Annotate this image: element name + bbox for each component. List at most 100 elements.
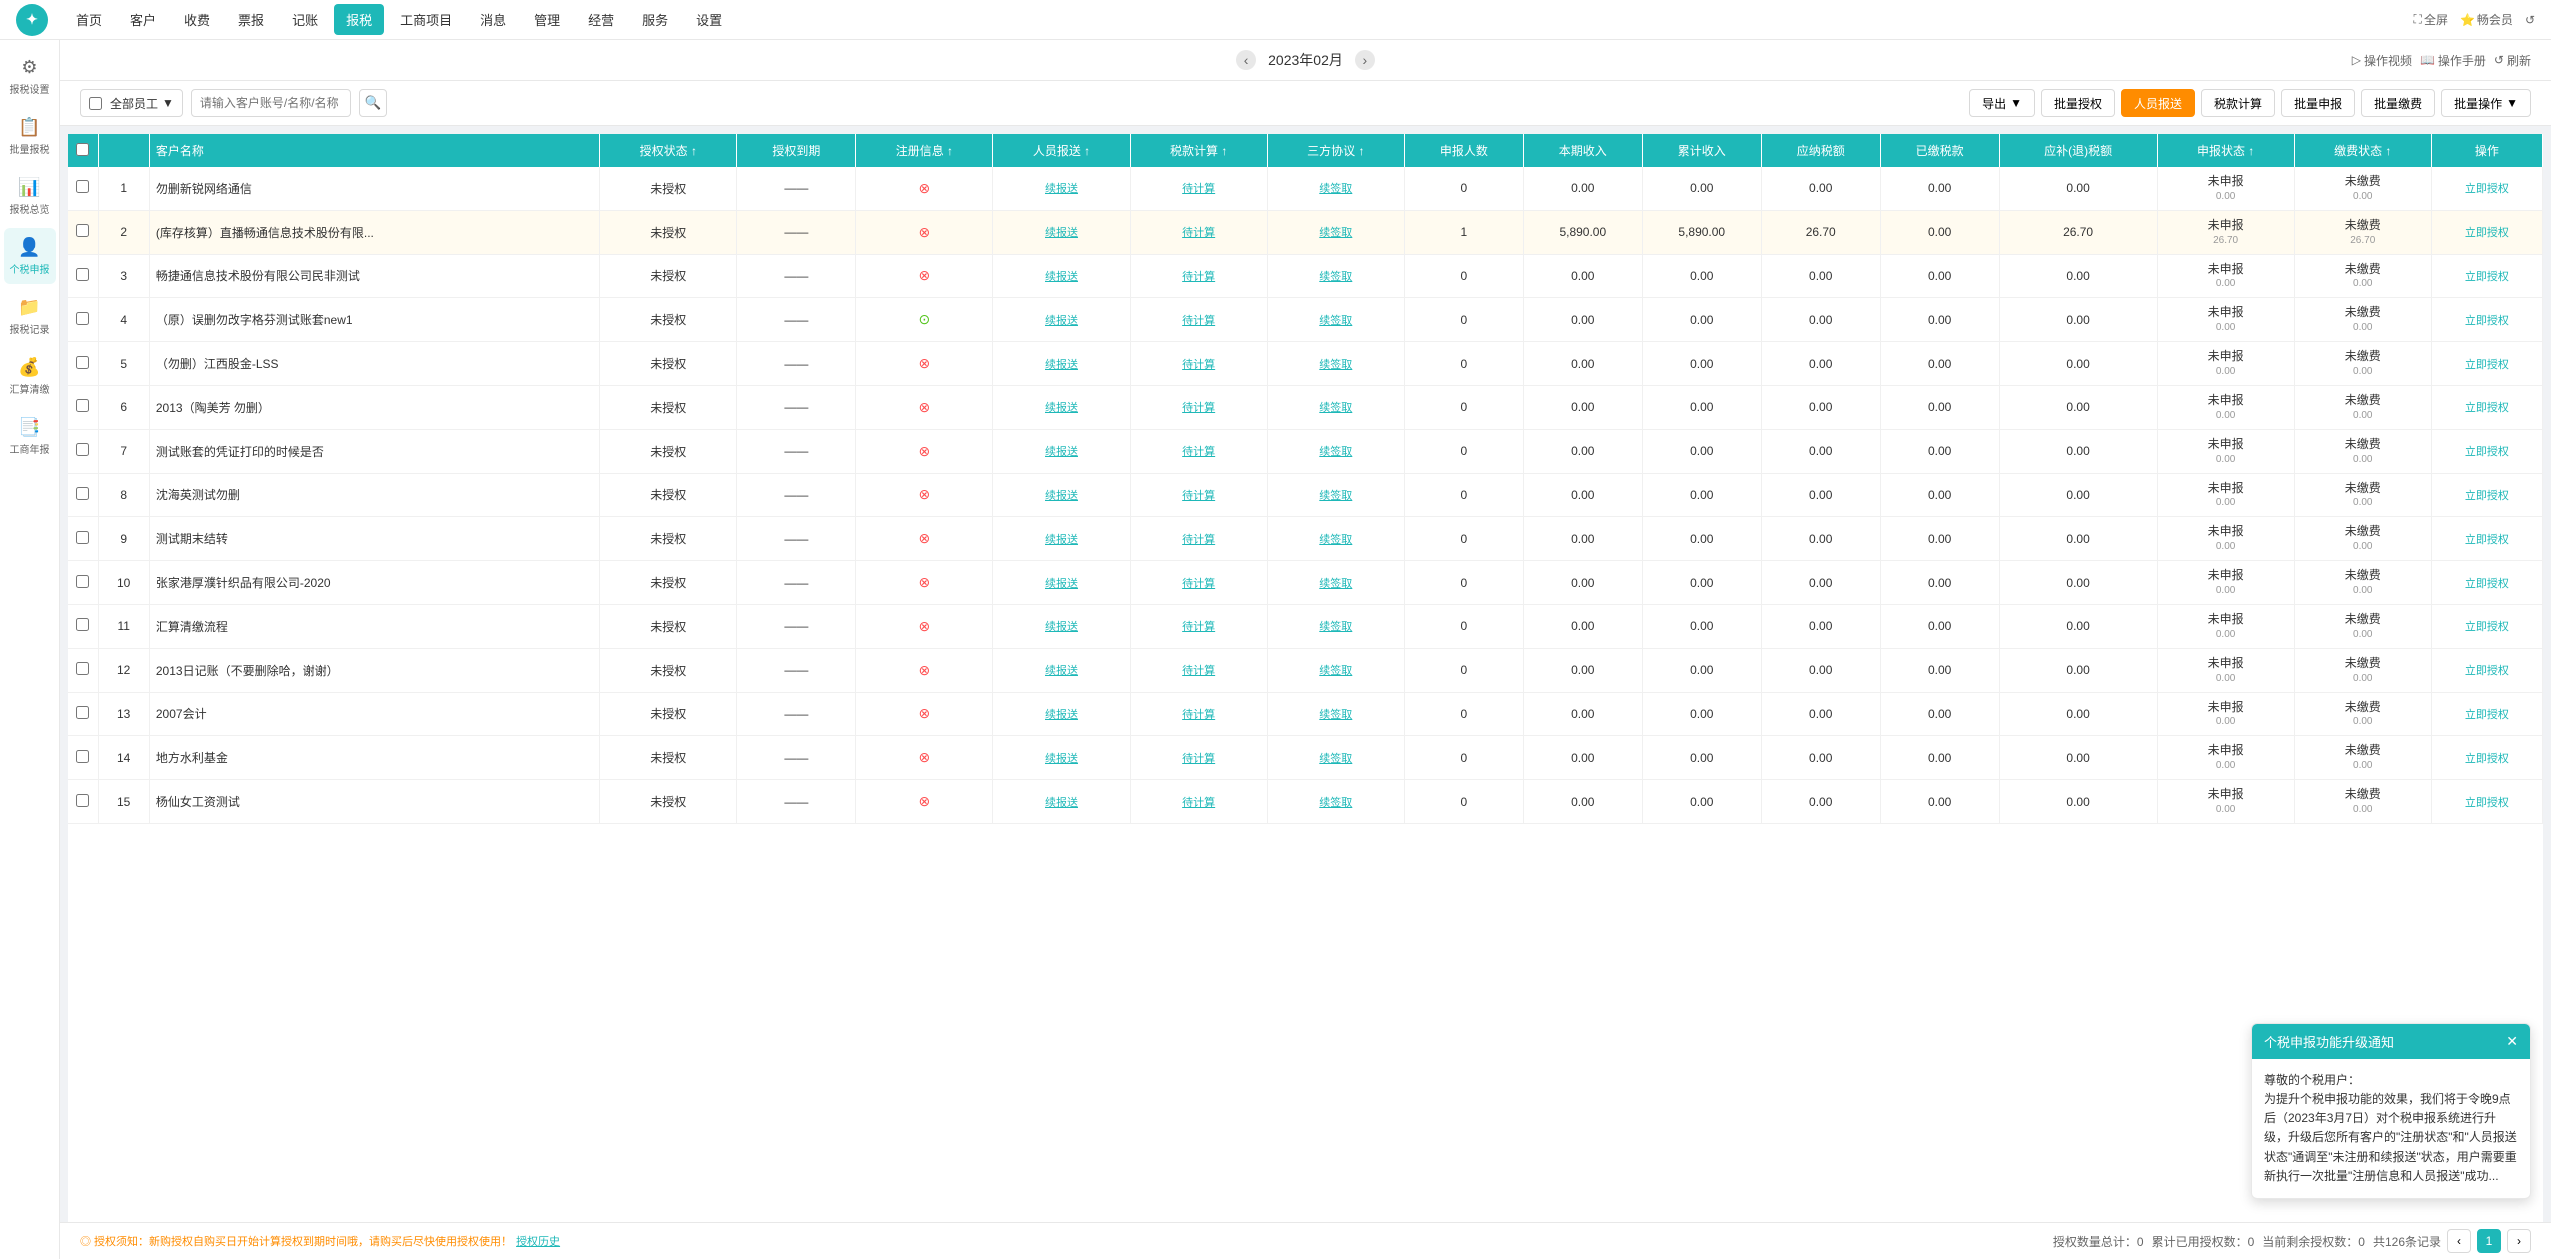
nav-tax[interactable]: 报税: [334, 4, 384, 35]
video-btn[interactable]: ▷ 操作视频: [2352, 52, 2412, 69]
personal-report-link[interactable]: 续报送: [1045, 359, 1078, 371]
action-btn[interactable]: 立即授权: [2465, 618, 2509, 634]
third-party-link[interactable]: 续签取: [1319, 315, 1352, 327]
tax-calc-link[interactable]: 待计算: [1182, 315, 1215, 327]
sidebar-item-tax-settings[interactable]: ⚙ 报税设置: [4, 48, 56, 104]
row-checkbox[interactable]: [76, 531, 89, 544]
nav-economy[interactable]: 经营: [576, 4, 626, 35]
action-btn[interactable]: 立即授权: [2465, 531, 2509, 547]
third-party-link[interactable]: 续签取: [1319, 183, 1352, 195]
tax-calc-link[interactable]: 待计算: [1182, 621, 1215, 633]
tax-calc-link[interactable]: 待计算: [1182, 446, 1215, 458]
third-party-link[interactable]: 续签取: [1319, 797, 1352, 809]
third-party-link[interactable]: 续签取: [1319, 578, 1352, 590]
personal-report-btn[interactable]: 人员报送: [2121, 89, 2195, 117]
refresh-btn[interactable]: ↺: [2525, 13, 2535, 27]
nav-commerce[interactable]: 工商项目: [388, 4, 464, 35]
prev-month-btn[interactable]: ‹: [1236, 50, 1256, 70]
personal-report-link[interactable]: 续报送: [1045, 227, 1078, 239]
third-party-link[interactable]: 续签取: [1319, 709, 1352, 721]
personal-report-link[interactable]: 续报送: [1045, 490, 1078, 502]
manual-btn[interactable]: 📖 操作手册: [2420, 52, 2486, 69]
tax-calc-link[interactable]: 待计算: [1182, 709, 1215, 721]
nav-revenue[interactable]: 收费: [172, 4, 222, 35]
third-party-link[interactable]: 续签取: [1319, 359, 1352, 371]
personal-report-link[interactable]: 续报送: [1045, 271, 1078, 283]
third-party-link[interactable]: 续签取: [1319, 402, 1352, 414]
tax-calc-link[interactable]: 待计算: [1182, 402, 1215, 414]
tax-calc-link[interactable]: 待计算: [1182, 578, 1215, 590]
action-btn[interactable]: 立即授权: [2465, 750, 2509, 766]
personal-report-link[interactable]: 续报送: [1045, 621, 1078, 633]
bulk-auth-btn[interactable]: 批量授权: [2041, 89, 2115, 117]
tax-calc-link[interactable]: 待计算: [1182, 490, 1215, 502]
nav-settings[interactable]: 设置: [684, 4, 734, 35]
tax-calc-link[interactable]: 待计算: [1182, 797, 1215, 809]
tax-calc-link[interactable]: 待计算: [1182, 183, 1215, 195]
header-personal-report[interactable]: 人员报送 ↑: [993, 134, 1130, 167]
row-checkbox[interactable]: [76, 268, 89, 281]
sidebar-item-tax-status[interactable]: 📊 报税总览: [4, 168, 56, 224]
personal-report-link[interactable]: 续报送: [1045, 402, 1078, 414]
row-checkbox[interactable]: [76, 750, 89, 763]
row-checkbox[interactable]: [76, 443, 89, 456]
nav-home[interactable]: 首页: [64, 4, 114, 35]
header-auth-status[interactable]: 授权状态 ↑: [600, 134, 737, 167]
nav-message[interactable]: 消息: [468, 4, 518, 35]
nav-management[interactable]: 管理: [522, 4, 572, 35]
row-checkbox[interactable]: [76, 575, 89, 588]
bulk-report-btn[interactable]: 批量申报: [2281, 89, 2355, 117]
search-input[interactable]: [191, 89, 351, 117]
personal-report-link[interactable]: 续报送: [1045, 534, 1078, 546]
sidebar-item-personal-tax[interactable]: 👤 个税申报: [4, 228, 56, 284]
personal-report-link[interactable]: 续报送: [1045, 446, 1078, 458]
personal-report-link[interactable]: 续报送: [1045, 797, 1078, 809]
action-btn[interactable]: 立即授权: [2465, 312, 2509, 328]
export-btn[interactable]: 导出 ▼: [1969, 89, 2035, 117]
row-checkbox[interactable]: [76, 356, 89, 369]
row-checkbox[interactable]: [76, 487, 89, 500]
header-reg-info[interactable]: 注册信息 ↑: [856, 134, 993, 167]
action-btn[interactable]: 立即授权: [2465, 443, 2509, 459]
auth-history-link[interactable]: 授权历史: [516, 1233, 560, 1249]
nav-bookkeeping[interactable]: 记账: [280, 4, 330, 35]
action-btn[interactable]: 立即授权: [2465, 794, 2509, 810]
employee-select[interactable]: 全部员工 ▼: [80, 89, 183, 117]
third-party-link[interactable]: 续签取: [1319, 621, 1352, 633]
row-checkbox[interactable]: [76, 224, 89, 237]
row-checkbox[interactable]: [76, 662, 89, 675]
action-btn[interactable]: 立即授权: [2465, 399, 2509, 415]
row-checkbox[interactable]: [76, 399, 89, 412]
header-fee-status[interactable]: 缴费状态 ↑: [2294, 134, 2431, 167]
row-checkbox[interactable]: [76, 618, 89, 631]
tax-calc-link[interactable]: 待计算: [1182, 271, 1215, 283]
personal-report-link[interactable]: 续报送: [1045, 183, 1078, 195]
third-party-link[interactable]: 续签取: [1319, 534, 1352, 546]
bulk-fee-btn[interactable]: 批量缴费: [2361, 89, 2435, 117]
personal-report-link[interactable]: 续报送: [1045, 709, 1078, 721]
third-party-link[interactable]: 续签取: [1319, 271, 1352, 283]
nav-invoice[interactable]: 票报: [226, 4, 276, 35]
action-btn[interactable]: 立即授权: [2465, 356, 2509, 372]
row-checkbox[interactable]: [76, 706, 89, 719]
personal-report-link[interactable]: 续报送: [1045, 578, 1078, 590]
tax-calc-link[interactable]: 待计算: [1182, 359, 1215, 371]
third-party-link[interactable]: 续签取: [1319, 227, 1352, 239]
action-btn[interactable]: 立即授权: [2465, 180, 2509, 196]
action-btn[interactable]: 立即授权: [2465, 268, 2509, 284]
sidebar-item-bulk-tax[interactable]: 📋 批量报税: [4, 108, 56, 164]
action-btn[interactable]: 立即授权: [2465, 575, 2509, 591]
sidebar-item-annual-report[interactable]: 📑 工商年报: [4, 408, 56, 464]
header-select-all[interactable]: [76, 143, 89, 156]
search-button[interactable]: 🔍: [359, 89, 387, 117]
header-tax-calc[interactable]: 税款计算 ↑: [1130, 134, 1267, 167]
personal-report-link[interactable]: 续报送: [1045, 315, 1078, 327]
personal-report-link[interactable]: 续报送: [1045, 665, 1078, 677]
nav-client[interactable]: 客户: [118, 4, 168, 35]
tax-calc-link[interactable]: 待计算: [1182, 665, 1215, 677]
page-1-btn[interactable]: 1: [2477, 1229, 2501, 1253]
member-btn[interactable]: ⭐ 畅会员: [2460, 11, 2513, 28]
tax-calc-link[interactable]: 待计算: [1182, 227, 1215, 239]
sidebar-item-remittance[interactable]: 💰 汇算清缴: [4, 348, 56, 404]
select-all-checkbox[interactable]: [89, 97, 102, 110]
